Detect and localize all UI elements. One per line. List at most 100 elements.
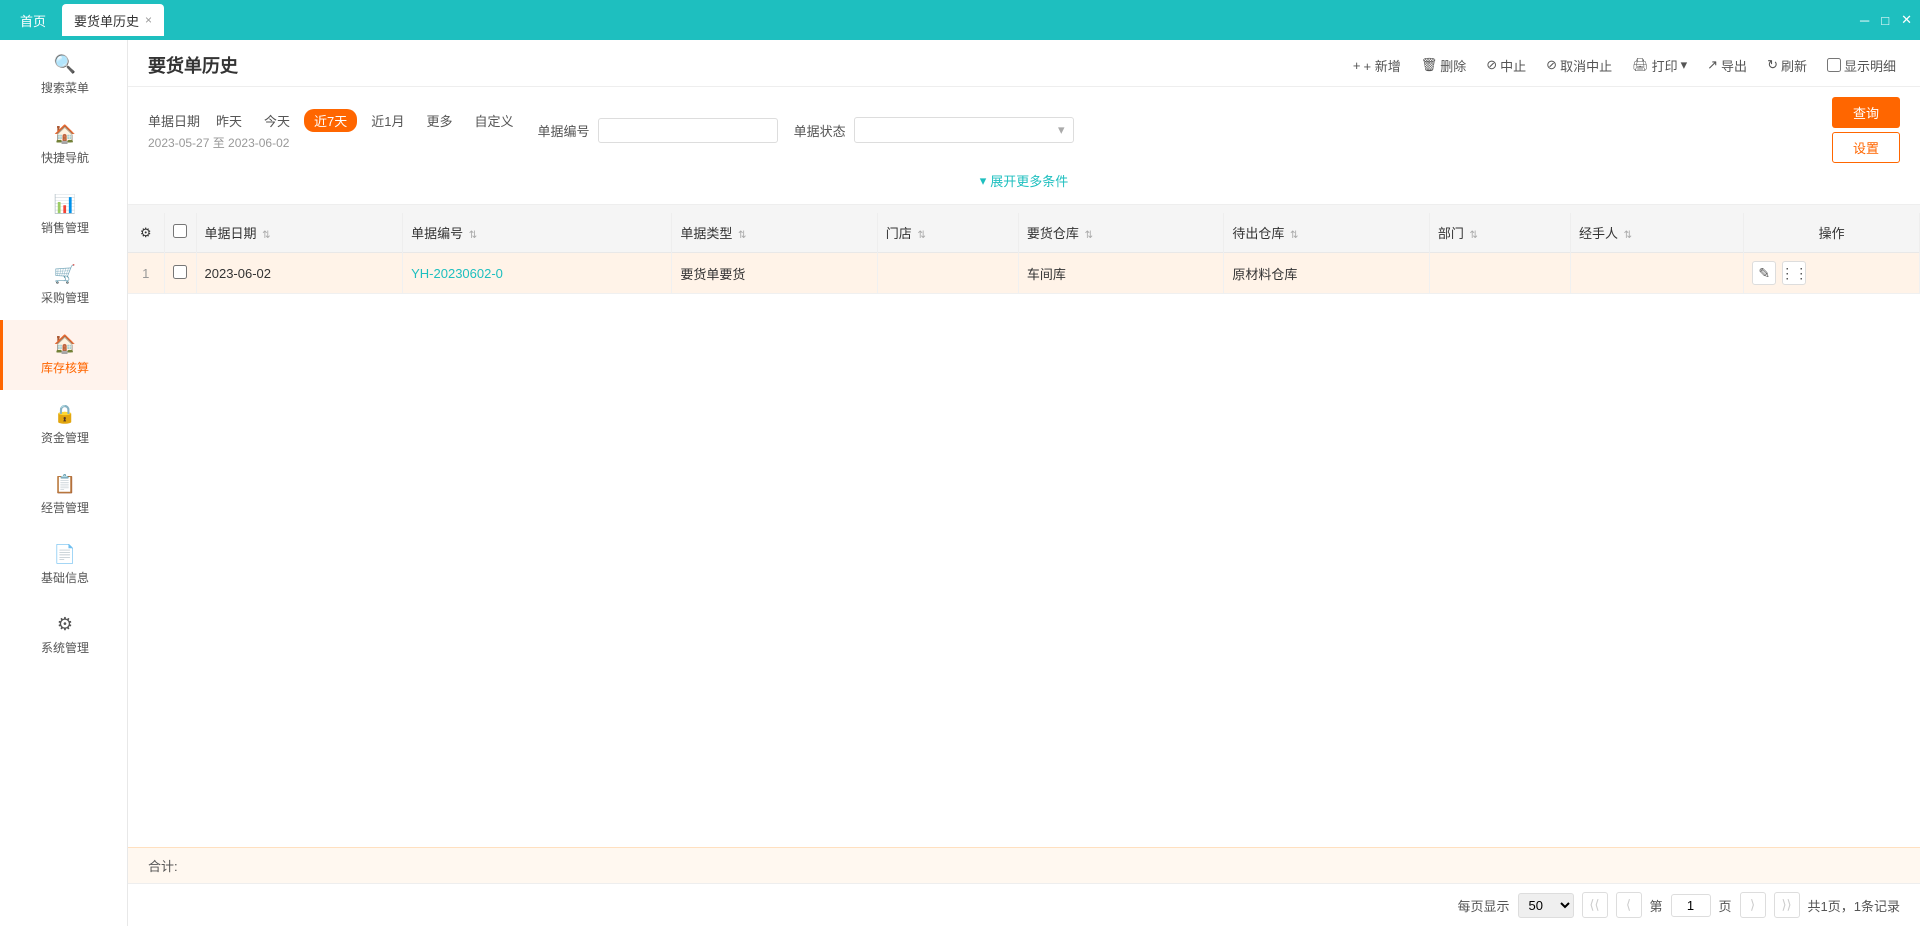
window-minimize-btn[interactable]: ─ (1860, 13, 1869, 28)
row-action: ✎ ⋮⋮ (1744, 253, 1920, 294)
delete-label: 删除 (1440, 56, 1466, 75)
finance-mgmt-icon: 🔒 (54, 404, 76, 425)
quick-nav-icon: 🏠 (54, 124, 76, 145)
date-opt-last1month[interactable]: 近1月 (363, 109, 412, 132)
print-button[interactable]: 🖨 打印 ▾ (1628, 53, 1691, 78)
sidebar-inventory-label: 库存核算 (41, 359, 89, 376)
date-opt-more[interactable]: 更多 (419, 109, 461, 132)
sidebar-item-purchase-mgmt[interactable]: 🛒 采购管理 (0, 250, 127, 320)
last-page-button[interactable]: ⟩⟩ (1774, 892, 1800, 918)
page-label: 第 (1650, 896, 1663, 915)
page-size-select[interactable]: 50 20 100 (1518, 893, 1574, 918)
col-req-warehouse[interactable]: 要货仓库 ⇅ (1018, 213, 1223, 253)
edit-icon: ✎ (1758, 265, 1770, 282)
tab-home[interactable]: 首页 (8, 4, 58, 36)
tab-requisition-history[interactable]: 要货单历史 × (62, 4, 164, 36)
page-title: 要货单历史 (148, 52, 238, 78)
expand-more-label: 展开更多条件 (990, 171, 1068, 190)
filter-settings-button[interactable]: 设置 (1832, 132, 1900, 163)
table-area: ⚙ 单据日期 ⇅ 单据编号 ⇅ 单据类型 (128, 213, 1920, 847)
export-button[interactable]: ↗ 导出 (1703, 53, 1751, 78)
window-resize-btn[interactable]: □ (1881, 13, 1889, 28)
table-body: 1 2023-06-02 YH-20230602-0 要货单要货 车间库 原材料… (128, 253, 1920, 294)
sidebar-item-basic-info[interactable]: 📄 基础信息 (0, 530, 127, 600)
sidebar: 🔍 搜索菜单 🏠 快捷导航 📊 销售管理 🛒 采购管理 🏠 库存核算 🔒 资金管… (0, 40, 128, 926)
new-button[interactable]: + + 新增 (1349, 53, 1405, 78)
cancel-stop-button[interactable]: ⊘ 取消中止 (1542, 53, 1616, 78)
bill-status-input[interactable] (863, 123, 1054, 138)
col-req-warehouse-label: 要货仓库 (1027, 226, 1079, 241)
row-number[interactable]: YH-20230602-0 (403, 253, 672, 294)
sidebar-item-quick-nav[interactable]: 🏠 快捷导航 (0, 110, 127, 180)
pagination-bar: 每页显示 50 20 100 ⟨⟨ ⟨ 第 页 ⟩ ⟩⟩ 共1页，1条记录 (128, 883, 1920, 926)
tab-close-icon[interactable]: × (145, 13, 152, 27)
row-store (877, 253, 1018, 294)
sidebar-system-mgmt-label: 系统管理 (41, 639, 89, 656)
next-page-button[interactable]: ⟩ (1740, 892, 1766, 918)
expand-more-button[interactable]: ▾ 展开更多条件 (976, 167, 1073, 194)
row-req-warehouse: 车间库 (1018, 253, 1223, 294)
row-select-checkbox[interactable] (173, 265, 187, 279)
display-detail-checkbox[interactable] (1827, 58, 1841, 72)
date-opt-yesterday[interactable]: 昨天 (208, 109, 250, 132)
sidebar-item-sales-mgmt[interactable]: 📊 销售管理 (0, 180, 127, 250)
prev-page-button[interactable]: ⟨ (1616, 892, 1642, 918)
col-type[interactable]: 单据类型 ⇅ (672, 213, 877, 253)
sort-department-icon: ⇅ (1469, 230, 1477, 241)
row-more-button[interactable]: ⋮⋮ (1782, 261, 1806, 285)
bill-status-row: 单据状态 ▾ (794, 117, 1074, 143)
col-department[interactable]: 部门 ⇅ (1429, 213, 1570, 253)
page-number-input[interactable] (1671, 894, 1711, 917)
sidebar-item-finance-mgmt[interactable]: 🔒 资金管理 (0, 390, 127, 460)
row-edit-button[interactable]: ✎ (1752, 261, 1776, 285)
sidebar-item-inventory[interactable]: 🏠 库存核算 (0, 320, 127, 390)
delete-button[interactable]: 🗑 删除 (1417, 53, 1471, 78)
expand-more-icon: ▾ (980, 173, 987, 189)
refresh-button[interactable]: ↻ 刷新 (1763, 53, 1811, 78)
sort-type-icon: ⇅ (738, 230, 746, 241)
col-pending-warehouse[interactable]: 待出仓库 ⇅ (1224, 213, 1429, 253)
refresh-label: 刷新 (1781, 56, 1807, 75)
sidebar-search-menu-label: 搜索菜单 (41, 79, 89, 96)
bill-status-label: 单据状态 (794, 121, 846, 140)
top-bar-right: ─ □ ✕ (1860, 12, 1912, 28)
col-handler-label: 经手人 (1579, 226, 1618, 241)
stop-label: 中止 (1500, 56, 1526, 75)
top-bar: 首页 要货单历史 × ─ □ ✕ (0, 0, 1920, 40)
operations-mgmt-icon: 📋 (54, 474, 76, 495)
row-number-link[interactable]: YH-20230602-0 (411, 266, 503, 281)
col-settings[interactable]: ⚙ (128, 213, 164, 253)
date-opt-custom[interactable]: 自定义 (467, 109, 522, 132)
sort-pending-warehouse-icon: ⇅ (1290, 230, 1298, 241)
col-store[interactable]: 门店 ⇅ (877, 213, 1018, 253)
search-menu-icon: 🔍 (54, 54, 76, 75)
query-button[interactable]: 查询 (1832, 97, 1900, 128)
date-opt-today[interactable]: 今天 (256, 109, 298, 132)
display-detail-button[interactable]: 显示明细 (1823, 53, 1900, 78)
col-pending-warehouse-label: 待出仓库 (1232, 226, 1284, 241)
system-mgmt-icon: ⚙ (57, 614, 73, 635)
bill-number-input[interactable] (598, 118, 778, 143)
window-close-btn[interactable]: ✕ (1901, 12, 1912, 28)
select-all-checkbox[interactable] (173, 224, 187, 238)
table-row: 1 2023-06-02 YH-20230602-0 要货单要货 车间库 原材料… (128, 253, 1920, 294)
content-area: 要货单历史 + + 新增 🗑 删除 ⊘ 中止 ⊘ 取消中止 (128, 40, 1920, 926)
status-dropdown-icon[interactable]: ▾ (1058, 122, 1065, 138)
first-page-button[interactable]: ⟨⟨ (1582, 892, 1608, 918)
sidebar-item-system-mgmt[interactable]: ⚙ 系统管理 (0, 600, 127, 670)
page-of-label: 页 (1719, 896, 1732, 915)
col-handler[interactable]: 经手人 ⇅ (1570, 213, 1743, 253)
date-opt-last7days[interactable]: 近7天 (304, 109, 357, 132)
sort-store-icon: ⇅ (917, 230, 925, 241)
col-number-label: 单据编号 (411, 226, 463, 241)
stop-button[interactable]: ⊘ 中止 (1482, 53, 1530, 78)
col-number[interactable]: 单据编号 ⇅ (403, 213, 672, 253)
sidebar-sales-mgmt-label: 销售管理 (41, 219, 89, 236)
row-checkbox (164, 253, 196, 294)
sidebar-item-search-menu[interactable]: 🔍 搜索菜单 (0, 40, 127, 110)
page-header: 要货单历史 + + 新增 🗑 删除 ⊘ 中止 ⊘ 取消中止 (128, 40, 1920, 87)
col-date[interactable]: 单据日期 ⇅ (196, 213, 403, 253)
row-type: 要货单要货 (672, 253, 877, 294)
sidebar-item-operations-mgmt[interactable]: 📋 经营管理 (0, 460, 127, 530)
sidebar-purchase-mgmt-label: 采购管理 (41, 289, 89, 306)
